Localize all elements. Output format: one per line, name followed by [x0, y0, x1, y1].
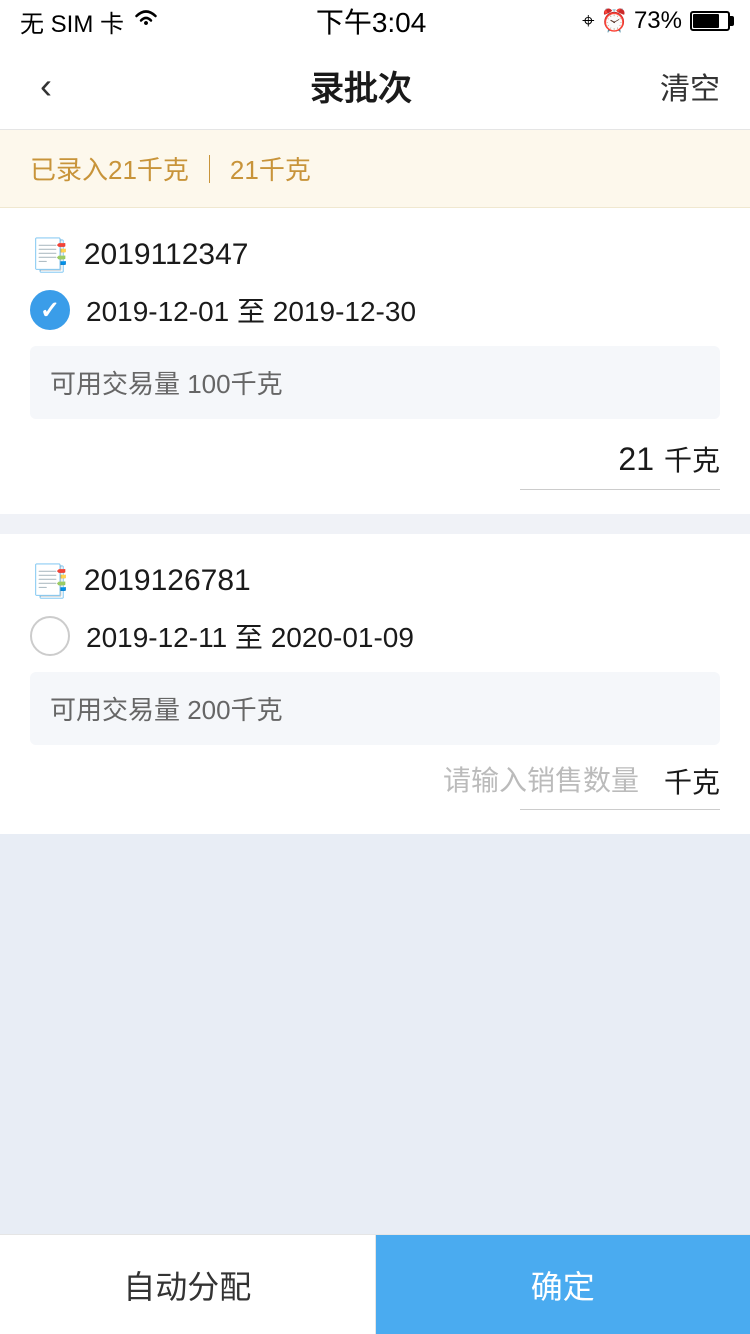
confirm-button[interactable]: 确定	[376, 1235, 750, 1334]
status-time: 下午3:04	[316, 1, 427, 41]
batch-date-2: 2019-12-11 至 2020-01-09	[86, 616, 414, 656]
battery-icon	[690, 11, 730, 31]
quantity-unit-1: 千克	[664, 439, 720, 479]
batch-radio-2[interactable]	[30, 616, 70, 656]
quantity-row-1: 21 千克	[0, 419, 750, 479]
info-value: 21千克	[230, 150, 311, 187]
section-separator-1	[0, 514, 750, 534]
page-title: 录批次	[310, 61, 412, 110]
batch-date-row-2: 2019-12-11 至 2020-01-09	[0, 600, 750, 656]
status-left: 无 SIM 卡	[20, 4, 160, 39]
alarm-icon: ⏰	[601, 8, 628, 34]
clear-button[interactable]: 清空	[660, 64, 720, 108]
batch-id-1: 2019112347	[84, 238, 249, 272]
batch-doc-icon-2: 📑	[30, 562, 70, 600]
quantity-input-2[interactable]	[354, 765, 654, 797]
back-button[interactable]: ‹	[30, 55, 62, 117]
batch-date-1: 2019-12-01 至 2019-12-30	[86, 290, 416, 330]
quantity-value-1: 21	[618, 441, 654, 478]
status-right: ⌖ ⏰ 73%	[582, 7, 730, 35]
carrier-text: 无 SIM 卡	[20, 4, 124, 39]
empty-area	[0, 834, 750, 1234]
batch-available-2: 可用交易量 200千克	[30, 672, 720, 745]
info-label: 已录入21千克	[30, 150, 189, 187]
batch-header-2: 📑 2019126781	[0, 534, 750, 600]
wifi-icon	[132, 7, 160, 36]
auto-distribute-button[interactable]: 自动分配	[0, 1235, 376, 1334]
batch-item-1: 📑 2019112347 2019-12-01 至 2019-12-30 可用交…	[0, 208, 750, 514]
battery-percent: 73%	[634, 7, 682, 35]
batch-doc-icon-1: 📑	[30, 236, 70, 274]
status-bar: 无 SIM 卡 下午3:04 ⌖ ⏰ 73%	[0, 0, 750, 42]
location-icon: ⌖	[582, 8, 594, 34]
batch-radio-1[interactable]	[30, 290, 70, 330]
batch-id-2: 2019126781	[84, 564, 251, 598]
batch-item-2: 📑 2019126781 2019-12-11 至 2020-01-09 可用交…	[0, 534, 750, 834]
batch-header-1: 📑 2019112347	[0, 208, 750, 274]
nav-bar: ‹ 录批次 清空	[0, 42, 750, 130]
info-banner: 已录入21千克 21千克	[0, 130, 750, 208]
input-unit-2: 千克	[664, 761, 720, 801]
input-row-2: 千克	[0, 745, 750, 801]
info-divider	[209, 155, 210, 183]
batch-available-1: 可用交易量 100千克	[30, 346, 720, 419]
batch-date-row-1: 2019-12-01 至 2019-12-30	[0, 274, 750, 330]
bottom-bar: 自动分配 确定	[0, 1234, 750, 1334]
